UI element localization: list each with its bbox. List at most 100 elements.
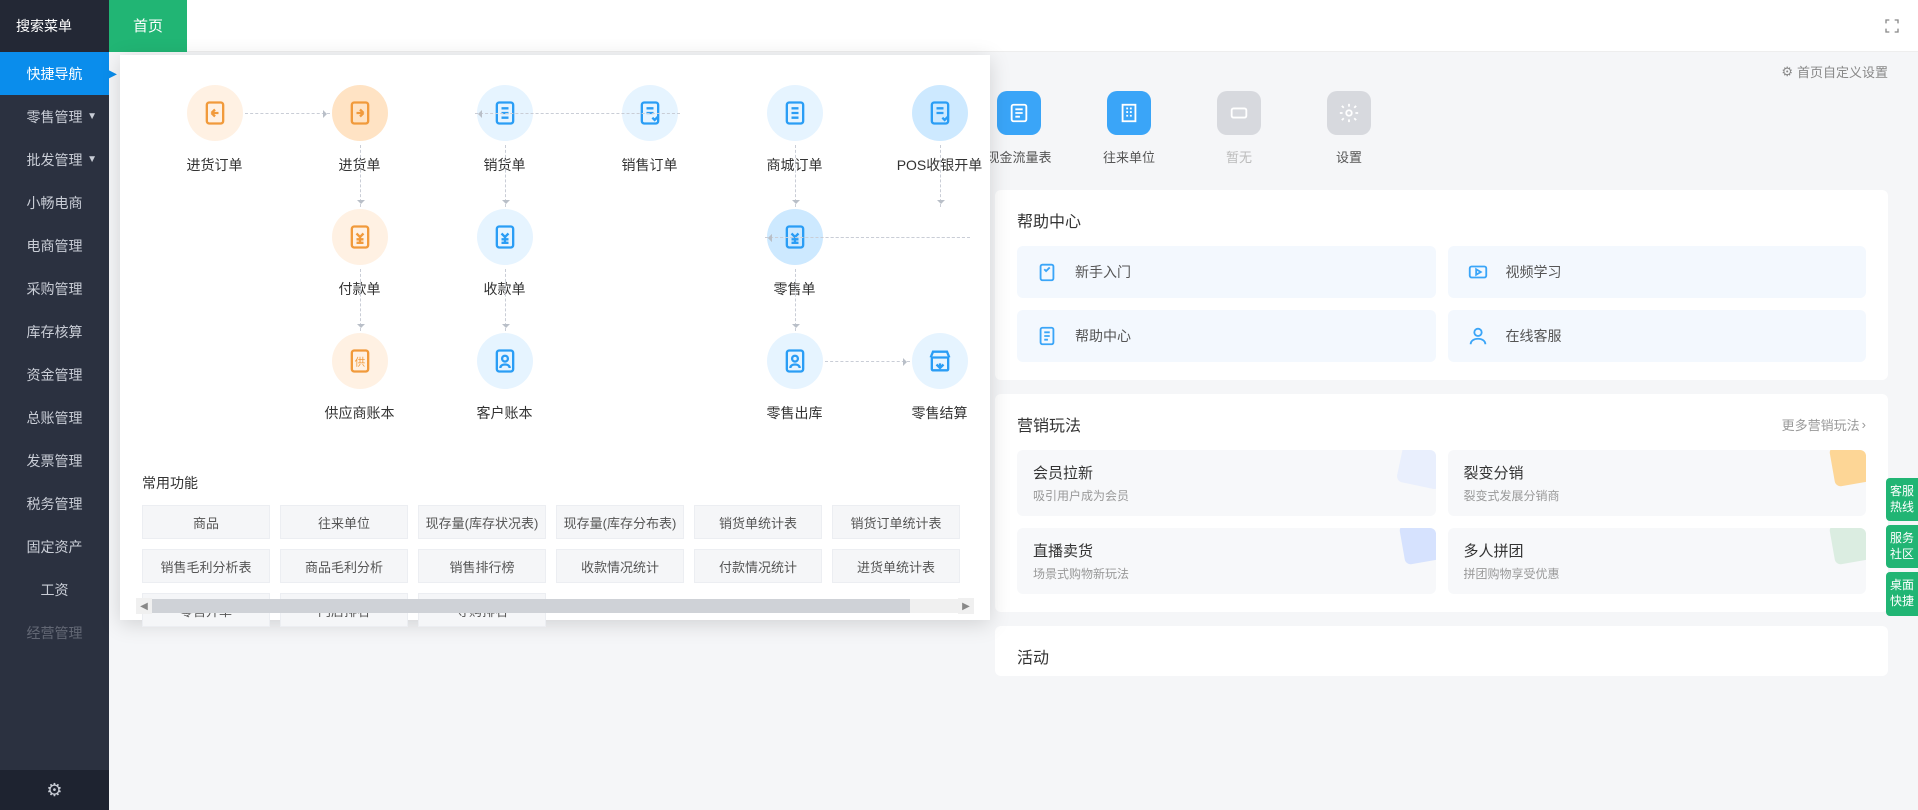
sidebar-label: 总账管理 (27, 408, 83, 428)
sidebar-funds[interactable]: 资金管理 (0, 353, 109, 396)
flow-node-零售结算[interactable]: 零售结算 (867, 333, 1012, 423)
shortcut-empty[interactable]: 暂无 (1215, 91, 1263, 166)
sidebar-operation[interactable]: 经营管理 (0, 611, 109, 654)
card-title: 营销玩法 (1017, 412, 1081, 436)
flow-node-销售订单[interactable]: 销售订单 (577, 85, 722, 175)
shortcut-label: 设置 (1336, 147, 1362, 166)
float-community[interactable]: 服务 社区 (1886, 525, 1918, 568)
clipboard-icon (1033, 258, 1061, 286)
document-icon (912, 85, 968, 141)
common-fn-button[interactable]: 销售毛利分析表 (142, 549, 270, 583)
help-label: 新手入门 (1075, 262, 1131, 282)
flow-node-供应商账本[interactable]: 供供应商账本 (287, 333, 432, 423)
sidebar-search[interactable]: 搜索菜单 (0, 0, 109, 52)
sidebar-label: 税务管理 (27, 494, 83, 514)
document-icon (477, 209, 533, 265)
sidebar-retail[interactable]: 零售管理▼ (0, 95, 109, 138)
document-icon (1033, 322, 1061, 350)
sidebar-salary[interactable]: 工资 (0, 568, 109, 611)
common-fn-button[interactable]: 商品毛利分析 (280, 549, 408, 583)
arrow-icon (360, 145, 361, 207)
deco-icon (1395, 450, 1435, 490)
sidebar-assets[interactable]: 固定资产 (0, 525, 109, 568)
building-icon (1107, 91, 1151, 135)
promo-card: 营销玩法 更多营销玩法› 会员拉新吸引用户成为会员 裂变分销裂变式发展分销商 直… (995, 394, 1888, 612)
sidebar-invoice[interactable]: 发票管理 (0, 439, 109, 482)
more-promo-link[interactable]: 更多营销玩法› (1782, 415, 1866, 434)
sidebar-tax[interactable]: 税务管理 (0, 482, 109, 525)
common-fn-button[interactable]: 往来单位 (280, 505, 408, 539)
sidebar-ledger[interactable]: 总账管理 (0, 396, 109, 439)
chevron-right-icon: › (1862, 417, 1866, 432)
promo-live[interactable]: 直播卖货场景式购物新玩法 (1017, 528, 1436, 594)
horizontal-scrollbar[interactable]: ◀ ▶ (136, 598, 974, 614)
sidebar-ecommerce2[interactable]: 电商管理 (0, 224, 109, 267)
common-fn-button[interactable]: 收款情况统计 (556, 549, 684, 583)
help-center[interactable]: 帮助中心 (1017, 310, 1436, 362)
flow-label: 零售结算 (912, 403, 968, 423)
scroll-track[interactable] (152, 599, 958, 613)
arrow-icon (505, 269, 506, 331)
shortcut-contacts[interactable]: 往来单位 (1105, 91, 1153, 166)
common-fn-button[interactable]: 销售排行榜 (418, 549, 546, 583)
fullscreen-button[interactable] (1878, 12, 1906, 40)
common-fn-button[interactable]: 销货单统计表 (694, 505, 822, 539)
sidebar-label: 发票管理 (27, 451, 83, 471)
float-buttons: 客服 热线 服务 社区 桌面 快捷 (1886, 478, 1918, 616)
card-title: 活动 (1017, 650, 1049, 667)
help-video[interactable]: 视频学习 (1448, 246, 1867, 298)
scroll-thumb[interactable] (152, 599, 910, 613)
caret-down-icon: ▼ (87, 154, 97, 165)
float-hotline[interactable]: 客服 热线 (1886, 478, 1918, 521)
common-fn-button[interactable]: 商品 (142, 505, 270, 539)
help-support[interactable]: 在线客服 (1448, 310, 1867, 362)
deco-icon (1398, 528, 1435, 565)
promo-distribution[interactable]: 裂变分销裂变式发展分销商 (1448, 450, 1867, 516)
flow-label: 客户账本 (477, 403, 533, 423)
flow-label: 销售订单 (622, 155, 678, 175)
arrow-icon (765, 237, 970, 238)
sidebar-ecommerce1[interactable]: 小畅电商 (0, 181, 109, 224)
document-icon (332, 209, 388, 265)
sidebar-settings[interactable]: ⚙ (0, 770, 109, 810)
promo-title: 直播卖货 (1033, 540, 1420, 561)
common-fn-button[interactable]: 销货订单统计表 (832, 505, 960, 539)
shortcut-settings[interactable]: 设置 (1325, 91, 1373, 166)
common-fn-button[interactable]: 付款情况统计 (694, 549, 822, 583)
sidebar: 搜索菜单 快捷导航▶ 零售管理▼ 批发管理▼ 小畅电商 电商管理 采购管理 库存… (0, 0, 109, 810)
sidebar-label: 工资 (41, 580, 69, 600)
quicknav-flyout: 进货订单进货单销货单销售订单商城订单POS收银开单付款单收款单零售单供供应商账本… (120, 55, 990, 620)
sidebar-wholesale[interactable]: 批发管理▼ (0, 138, 109, 181)
tab-home[interactable]: 首页 (109, 0, 187, 52)
flow-label: 零售出库 (767, 403, 823, 423)
deco-icon (1829, 528, 1866, 565)
help-card: 帮助中心 新手入门 视频学习 帮助中心 在线客服 (995, 190, 1888, 380)
sidebar-label: 快捷导航 (27, 64, 83, 84)
shortcut-row: 现金流量表 往来单位 暂无 设置 (995, 91, 1888, 166)
shortcut-label: 暂无 (1226, 147, 1252, 166)
arrow-icon (475, 113, 680, 114)
common-fn-button[interactable]: 进货单统计表 (832, 549, 960, 583)
scroll-right-icon[interactable]: ▶ (958, 598, 974, 614)
more-label: 更多营销玩法 (1782, 415, 1860, 434)
promo-groupbuy[interactable]: 多人拼团拼团购物享受优惠 (1448, 528, 1867, 594)
shortcut-label: 往来单位 (1103, 147, 1155, 166)
flow-node-客户账本[interactable]: 客户账本 (432, 333, 577, 423)
common-fn-button[interactable]: 现存量(库存分布表) (556, 505, 684, 539)
activity-card: 活动 (995, 626, 1888, 676)
sidebar-purchase[interactable]: 采购管理 (0, 267, 109, 310)
scroll-left-icon[interactable]: ◀ (136, 598, 152, 614)
customize-homepage-link[interactable]: ⚙ 首页自定义设置 (995, 62, 1888, 81)
sidebar-label: 库存核算 (27, 322, 83, 342)
flow-node-零售出库[interactable]: 零售出库 (722, 333, 867, 423)
flow-node-进货订单[interactable]: 进货订单 (142, 85, 287, 175)
promo-member[interactable]: 会员拉新吸引用户成为会员 (1017, 450, 1436, 516)
svg-text:供: 供 (354, 356, 365, 369)
sidebar-quicknav[interactable]: 快捷导航▶ (0, 52, 109, 95)
promo-title: 会员拉新 (1033, 462, 1420, 483)
document-icon (187, 85, 243, 141)
help-beginner[interactable]: 新手入门 (1017, 246, 1436, 298)
sidebar-inventory[interactable]: 库存核算 (0, 310, 109, 353)
common-fn-button[interactable]: 现存量(库存状况表) (418, 505, 546, 539)
float-desktop[interactable]: 桌面 快捷 (1886, 572, 1918, 615)
